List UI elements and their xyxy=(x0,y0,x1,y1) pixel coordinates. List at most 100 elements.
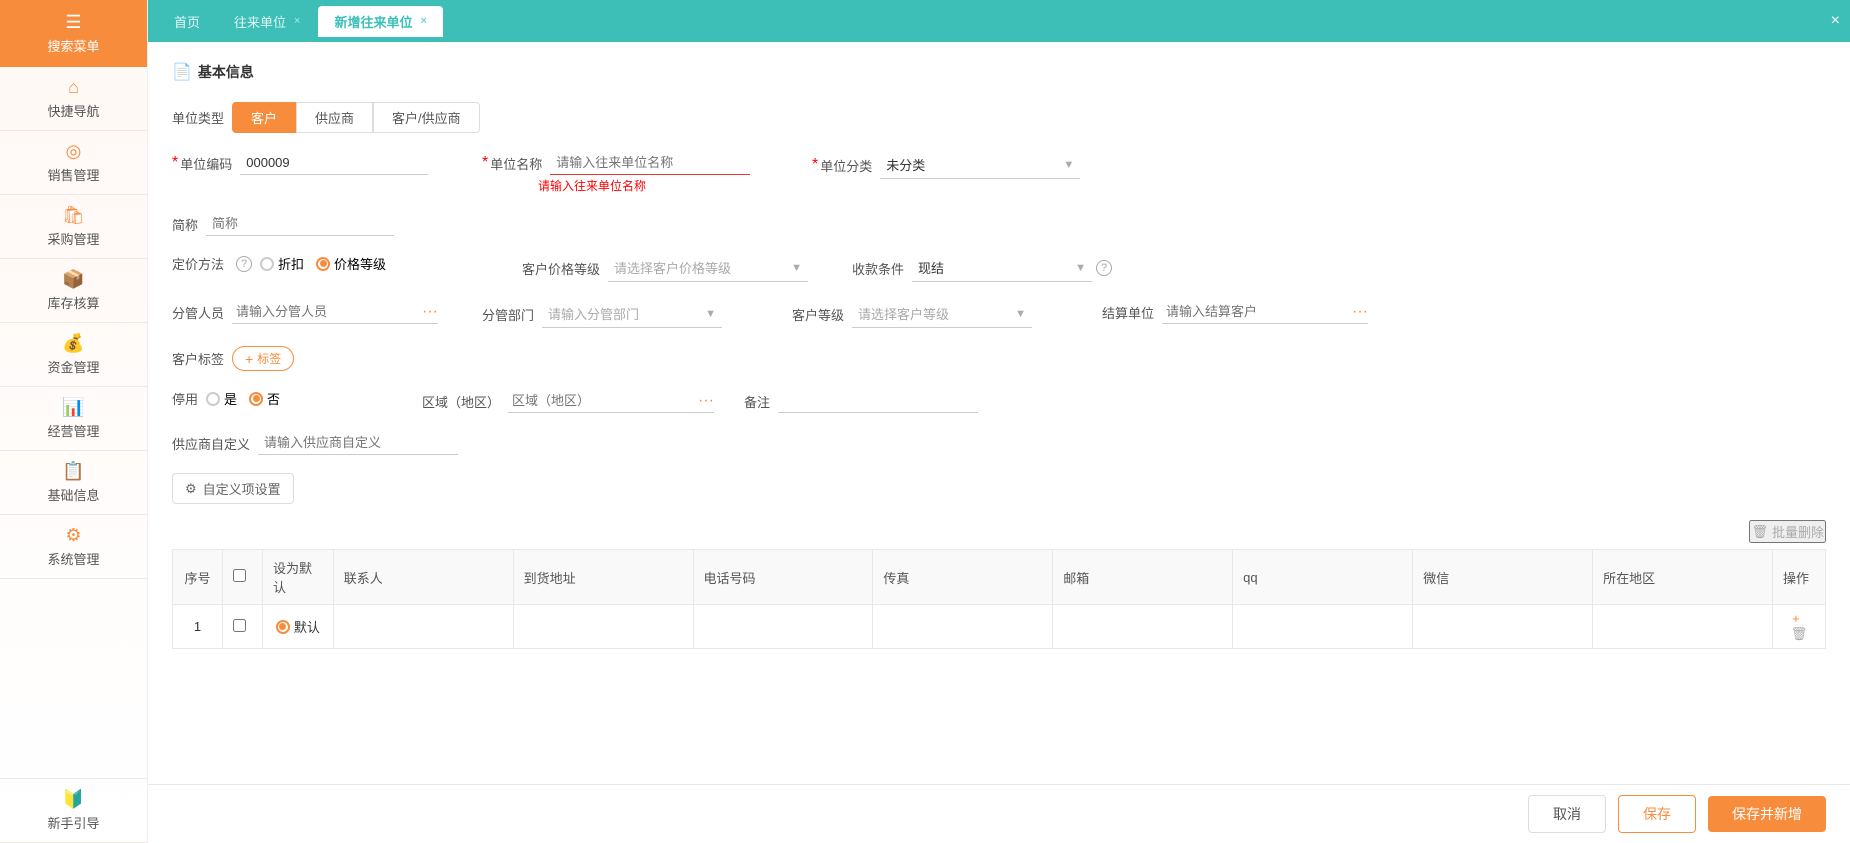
form-content: 📄 基本信息 单位类型 客户 供应商 客户/供应商 * 单位编码 xyxy=(148,42,1850,784)
tab-trading-partners[interactable]: 往来单位 × xyxy=(218,6,316,37)
save-new-button[interactable]: 保存并新增 xyxy=(1708,796,1826,832)
payment-terms-group: 收款条件 现结 ▼ ? xyxy=(852,254,1132,282)
disable-no-radio[interactable] xyxy=(249,392,263,406)
plus-icon: + xyxy=(245,351,253,367)
table-row: 1 默认 xyxy=(173,605,1826,649)
row-wechat-cell xyxy=(1413,605,1593,649)
unit-type-customer-btn[interactable]: 客户 xyxy=(232,102,296,133)
row-location-input[interactable] xyxy=(1603,619,1762,634)
tab-trading-partners-close[interactable]: × xyxy=(294,15,300,27)
row-checkbox[interactable] xyxy=(233,619,246,632)
remark-input[interactable] xyxy=(778,389,978,413)
disable-no-option[interactable]: 否 xyxy=(249,389,280,408)
sidebar-item-basic-info[interactable]: 📋 基础信息 xyxy=(0,451,147,515)
col-default: 设为默认 xyxy=(263,550,334,605)
department-group: 分管部门 请输入分管部门 ▼ xyxy=(482,300,762,328)
unit-type-supplier-btn[interactable]: 供应商 xyxy=(296,102,373,133)
supplier-custom-input[interactable] xyxy=(258,431,458,455)
pricing-discount-radio[interactable] xyxy=(260,257,274,271)
pricing-method-label: 定价方法 xyxy=(172,254,224,273)
sidebar-item-system[interactable]: ⚙ 系统管理 xyxy=(0,515,147,579)
main-area: 首页 往来单位 × 新增往来单位 × × 📄 基本信息 单位类型 客户 供应商 … xyxy=(148,0,1850,843)
row-qq-input[interactable] xyxy=(1243,619,1402,634)
disable-yes-option[interactable]: 是 xyxy=(206,389,237,408)
tab-new-partner-close[interactable]: × xyxy=(420,15,426,27)
row-add-icon[interactable]: + xyxy=(1792,611,1800,626)
section-basic-info: 📄 基本信息 xyxy=(172,62,1826,82)
batch-delete-label: 批量删除 xyxy=(1772,522,1824,541)
select-all-checkbox[interactable] xyxy=(233,569,246,582)
sidebar-item-inventory[interactable]: 📦 库存核算 xyxy=(0,259,147,323)
manager-more-icon[interactable]: ··· xyxy=(422,303,438,321)
batch-delete-icon: 🗑 xyxy=(1751,524,1768,540)
row-default-radio[interactable] xyxy=(276,620,290,634)
search-icon: ☰ xyxy=(65,12,81,33)
sidebar-item-guide[interactable]: 🔰 新手引导 xyxy=(0,778,147,843)
disable-group: 停用 是 否 xyxy=(172,389,392,408)
col-wechat: 微信 xyxy=(1413,550,1593,605)
payment-terms-chevron-icon: ▼ xyxy=(1075,262,1086,274)
row-address-input[interactable] xyxy=(524,619,683,634)
unit-name-input[interactable] xyxy=(550,151,750,175)
row-default-label: 默认 xyxy=(294,617,320,636)
row-delete-icon[interactable]: 🗑 xyxy=(1791,626,1808,641)
row-fax-input[interactable] xyxy=(883,619,1042,634)
manager-input[interactable] xyxy=(232,300,416,323)
sidebar-item-purchase[interactable]: 🛍 采购管理 xyxy=(0,195,147,259)
operations-icon: 📊 xyxy=(62,397,84,418)
tab-new-partner[interactable]: 新增往来单位 × xyxy=(318,6,442,37)
pricing-help-icon[interactable]: ? xyxy=(236,256,252,272)
settlement-unit-input[interactable] xyxy=(1162,300,1346,323)
unit-code-input[interactable] xyxy=(240,151,428,175)
unit-category-select[interactable]: 未分类 ▼ xyxy=(880,151,1080,179)
sidebar-item-finance[interactable]: 💰 资金管理 xyxy=(0,323,147,387)
settlement-unit-group: 结算单位 ··· xyxy=(1102,300,1382,324)
tab-new-partner-label: 新增往来单位 xyxy=(334,12,412,31)
customer-price-level-placeholder: 请选择客户价格等级 xyxy=(614,258,731,277)
col-fax: 传真 xyxy=(873,550,1053,605)
row-contact-input[interactable] xyxy=(344,619,503,634)
sidebar-item-quick-nav[interactable]: ⌂ 快捷导航 xyxy=(0,67,147,131)
guide-icon: 🔰 xyxy=(62,789,84,810)
department-select[interactable]: 请输入分管部门 ▼ xyxy=(542,300,722,328)
disable-label: 停用 xyxy=(172,389,198,408)
pricing-price-level-option[interactable]: 价格等级 xyxy=(316,254,386,273)
sidebar-item-search[interactable]: ☰ 搜索菜单 xyxy=(0,0,147,67)
row-email-input[interactable] xyxy=(1063,619,1222,634)
cancel-button[interactable]: 取消 xyxy=(1528,795,1606,833)
pricing-price-level-radio[interactable] xyxy=(316,257,330,271)
customer-price-level-select[interactable]: 请选择客户价格等级 ▼ xyxy=(608,254,808,282)
settlement-unit-label: 结算单位 xyxy=(1102,303,1154,322)
tags-label: 客户标签 xyxy=(172,349,224,368)
supplier-custom-group: 供应商自定义 xyxy=(172,431,458,455)
col-qq: qq xyxy=(1233,550,1413,605)
disable-yes-radio[interactable] xyxy=(206,392,220,406)
row-wechat-input[interactable] xyxy=(1423,619,1582,634)
batch-delete-button[interactable]: 🗑 批量删除 xyxy=(1749,520,1826,543)
sidebar-item-sales[interactable]: ◎ 销售管理 xyxy=(0,131,147,195)
row-phone-input[interactable] xyxy=(704,619,863,634)
unit-category-group: * 单位分类 未分类 ▼ xyxy=(812,151,1092,179)
payment-terms-select[interactable]: 现结 ▼ xyxy=(912,254,1092,282)
settlement-unit-more-icon[interactable]: ··· xyxy=(1352,303,1368,321)
unit-name-required-star: * xyxy=(482,154,488,172)
custom-settings-button[interactable]: ⚙ 自定义项设置 xyxy=(172,473,294,504)
sidebar-item-purchase-label: 采购管理 xyxy=(47,229,99,248)
sales-icon: ◎ xyxy=(66,141,82,162)
unit-type-both-btn[interactable]: 客户/供应商 xyxy=(373,102,480,133)
customer-level-select[interactable]: 请选择客户等级 ▼ xyxy=(852,300,1032,328)
row-default-radio-option[interactable]: 默认 xyxy=(273,617,323,636)
tab-bar-close-all[interactable]: × xyxy=(1831,12,1840,30)
add-tag-button[interactable]: + 标签 xyxy=(232,346,294,371)
region-more-icon[interactable]: ··· xyxy=(698,392,714,410)
row-phone-cell xyxy=(693,605,873,649)
region-input[interactable] xyxy=(508,389,692,412)
pricing-discount-option[interactable]: 折扣 xyxy=(260,254,304,273)
unit-code-label: 单位编码 xyxy=(180,154,232,173)
sidebar-item-operations[interactable]: 📊 经营管理 xyxy=(0,387,147,451)
save-button[interactable]: 保存 xyxy=(1618,795,1696,833)
col-contact: 联系人 xyxy=(333,550,513,605)
abbr-input[interactable] xyxy=(206,212,394,236)
payment-terms-help-icon[interactable]: ? xyxy=(1096,260,1112,276)
tab-home[interactable]: 首页 xyxy=(158,6,216,37)
